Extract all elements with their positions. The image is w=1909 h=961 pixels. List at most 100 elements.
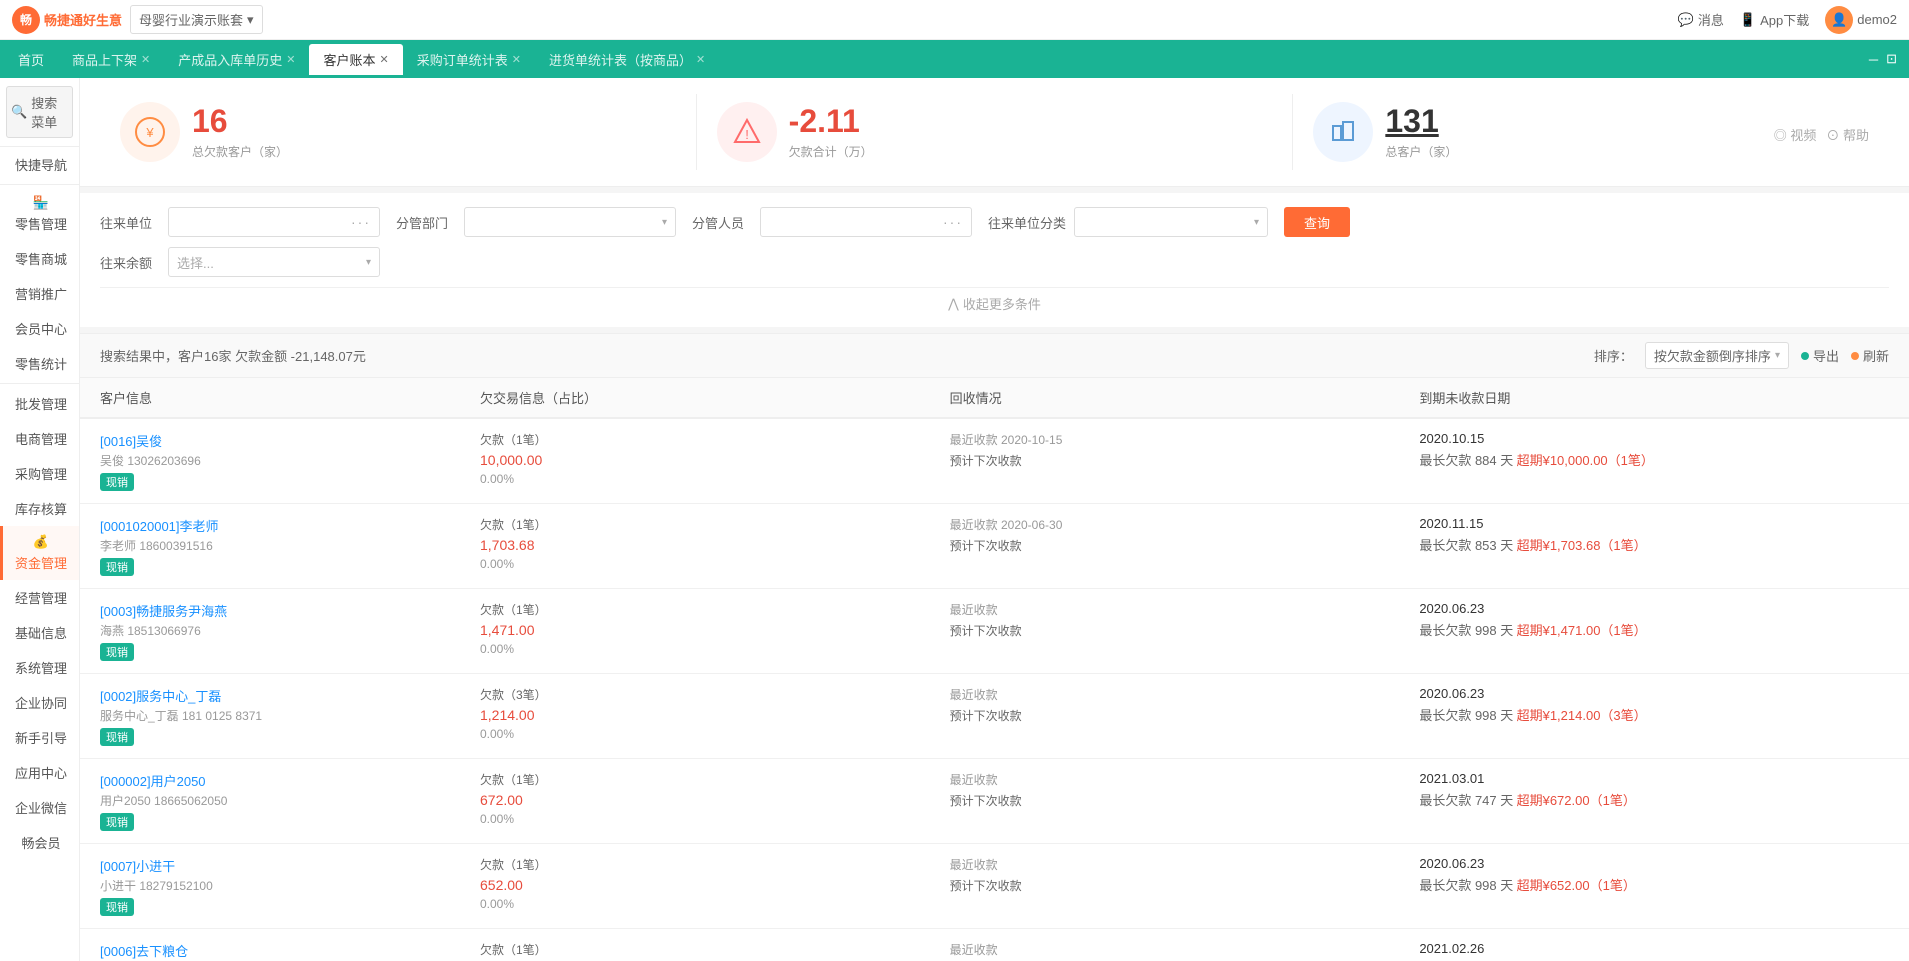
sidebar-item-vip-member[interactable]: 畅会员 (0, 825, 79, 860)
filter-person: 分管人员 ··· (692, 207, 972, 237)
close-icon[interactable]: ✕ (696, 53, 705, 66)
sidebar-item-retail-mgmt[interactable]: 🏪 零售管理 (0, 187, 79, 241)
overdue-link-1[interactable]: 超期¥10,000.00（1笔） (1517, 453, 1654, 468)
sidebar-item-basic-info[interactable]: 基础信息 (0, 615, 79, 650)
close-icon[interactable]: ✕ (380, 53, 389, 66)
filter-balance-label: 往来余额 (100, 253, 160, 272)
table-row: [0001020001]李老师 李老师 18600391516 现销 欠款（1笔… (80, 504, 1909, 589)
topbar-left: 畅 畅捷通好生意 母婴行业演示账套 ▾ (12, 5, 263, 34)
tab-stock-stats[interactable]: 进货单统计表（按商品） ✕ (535, 44, 719, 75)
customer-name-link-3[interactable]: [0003]畅捷服务尹海燕 (100, 601, 480, 620)
search-button[interactable]: 查询 (1284, 207, 1350, 237)
filter-unit: 往来单位 ··· (100, 207, 380, 237)
chevron-down-icon: ▾ (662, 217, 667, 228)
collapse-button[interactable]: ⋀ 收起更多条件 (100, 287, 1889, 319)
filter-area: 往来单位 ··· 分管部门 ▾ 分管人员 (80, 193, 1909, 327)
tab-products-listing[interactable]: 商品上下架 ✕ (58, 44, 164, 75)
sidebar-item-wholesale-mgmt[interactable]: 批发管理 (0, 386, 79, 421)
sidebar-item-app-center[interactable]: 应用中心 (0, 755, 79, 790)
sidebar-item-marketing[interactable]: 营销推广 (0, 276, 79, 311)
messages-button[interactable]: 💬 消息 (1678, 10, 1724, 29)
logo-area: 畅 畅捷通好生意 (12, 6, 122, 34)
recover-last-3: 最近收款 (950, 601, 1420, 618)
customer-name-link-2[interactable]: [0001020001]李老师 (100, 516, 480, 535)
tab-home[interactable]: 首页 (4, 44, 58, 75)
col-debt: 欠交易信息（占比） (480, 388, 950, 407)
sort-select[interactable]: 按欠款金额倒序排序 ▾ (1645, 342, 1789, 369)
enterprise-collab-label: 企业协同 (15, 693, 67, 712)
sidebar-item-finance[interactable]: 💰 资金管理 (0, 526, 79, 580)
company-name: 母婴行业演示账套 (139, 10, 243, 29)
ecommerce-label: 电商管理 (15, 429, 67, 448)
stat-block-debt-customers: ¥ 16 总欠款客户（家） (100, 94, 697, 170)
filter-row-2: 往来余额 选择... ▾ (100, 247, 1889, 277)
recover-cell-5: 最近收款 预计下次收款 (950, 771, 1420, 831)
sidebar-item-system[interactable]: 系统管理 (0, 650, 79, 685)
operations-label: 经营管理 (15, 588, 67, 607)
debt-amount-3: 1,471.00 (480, 622, 950, 638)
tab-customer-ledger[interactable]: 客户账本 ✕ (309, 44, 402, 75)
filter-balance-select[interactable]: 选择... ▾ (168, 247, 380, 277)
retail-mall-label: 零售商城 (15, 249, 67, 268)
tab-products-listing-label: 商品上下架 (72, 50, 137, 69)
overdue-link-5[interactable]: 超期¥672.00（1笔） (1517, 793, 1636, 808)
refresh-button[interactable]: 刷新 (1851, 346, 1889, 365)
window-expand-icon[interactable]: ⊡ (1886, 51, 1897, 67)
sidebar-item-enterprise-collab[interactable]: 企业协同 (0, 685, 79, 720)
due-cell-7: 2021.02.26 最长欠款 750 天 超期¥455.90（1笔） (1419, 941, 1889, 961)
app-download-button[interactable]: 📱 App下载 (1740, 10, 1809, 29)
customer-tag-3: 现销 (100, 643, 134, 661)
sidebar-item-inventory[interactable]: 库存核算 (0, 491, 79, 526)
tab-production-history[interactable]: 产成品入库单历史 ✕ (164, 44, 309, 75)
filter-unit-text-input[interactable] (177, 215, 351, 230)
filter-person-input[interactable]: ··· (760, 207, 972, 237)
filter-unit-input[interactable]: ··· (168, 207, 380, 237)
customer-name-link-5[interactable]: [000002]用户2050 (100, 771, 480, 790)
help-button[interactable]: ⊙ 帮助 (1826, 125, 1869, 144)
sidebar-item-members[interactable]: 会员中心 (0, 311, 79, 346)
filter-person-text-input[interactable] (769, 215, 943, 230)
sidebar-item-operations[interactable]: 经营管理 (0, 580, 79, 615)
close-icon[interactable]: ✕ (286, 53, 295, 66)
col-recover: 回收情况 (950, 388, 1420, 407)
sidebar-item-retail-mall[interactable]: 零售商城 (0, 241, 79, 276)
debt-label-1: 欠款（1笔） (480, 433, 547, 447)
due-date-1: 2020.10.15 (1419, 431, 1889, 446)
overdue-link-3[interactable]: 超期¥1,471.00（1笔） (1517, 623, 1647, 638)
overdue-link-6[interactable]: 超期¥652.00（1笔） (1517, 878, 1636, 893)
company-selector[interactable]: 母婴行业演示账套 ▾ (130, 5, 263, 34)
tab-purchase-order-stats[interactable]: 采购订单统计表 ✕ (403, 44, 535, 75)
window-collapse-icon[interactable]: ─ (1869, 52, 1878, 67)
filter-unit-class-select[interactable]: ▾ (1074, 207, 1268, 237)
sidebar-item-enterprise-wechat[interactable]: 企业微信 (0, 790, 79, 825)
search-menu-button[interactable]: 🔍 搜索菜单 (6, 86, 73, 138)
customer-tag-1: 现销 (100, 473, 134, 491)
sidebar-item-retail-stats[interactable]: 零售统计 (0, 346, 79, 381)
debt-cell-3: 欠款（1笔） 1,471.00 0.00% (480, 601, 950, 661)
recover-cell-6: 最近收款 预计下次收款 (950, 856, 1420, 916)
video-help-button[interactable]: ◎ 视频 (1774, 125, 1817, 144)
table-row: [0006]去下粮仓 陈小帅 现销 欠款（1笔） 455.90 0.00% 最近… (80, 929, 1909, 961)
table-row: [0003]畅捷服务尹海燕 海燕 18513066976 现销 欠款（1笔） 1… (80, 589, 1909, 674)
customer-cell-7: [0006]去下粮仓 陈小帅 现销 (100, 941, 480, 961)
stat-info-debt-total: -2.11 欠款合计（万） (789, 104, 873, 160)
customer-name-link-4[interactable]: [0002]服务中心_丁磊 (100, 686, 480, 705)
customer-name-link-7[interactable]: [0006]去下粮仓 (100, 941, 480, 960)
sidebar-item-ecommerce[interactable]: 电商管理 (0, 421, 79, 456)
sidebar-item-new-guide[interactable]: 新手引导 (0, 720, 79, 755)
close-icon[interactable]: ✕ (141, 53, 150, 66)
user-menu[interactable]: 👤 demo2 (1825, 6, 1897, 34)
filter-dept-select[interactable]: ▾ (464, 207, 676, 237)
customer-name-link-6[interactable]: [0007]小进干 (100, 856, 480, 875)
overdue-link-4[interactable]: 超期¥1,214.00（3笔） (1517, 708, 1647, 723)
vip-member-label: 畅会员 (21, 833, 60, 852)
filter-unit-class-label: 往来单位分类 (988, 213, 1066, 232)
close-icon[interactable]: ✕ (512, 53, 521, 66)
sidebar-item-purchase-mgmt[interactable]: 采购管理 (0, 456, 79, 491)
export-button[interactable]: 导出 (1801, 346, 1839, 365)
mobile-icon: 📱 (1740, 12, 1756, 28)
overdue-link-2[interactable]: 超期¥1,703.68（1笔） (1517, 538, 1647, 553)
customer-name-link-1[interactable]: [0016]吴俊 (100, 431, 480, 450)
recover-last-2: 最近收款 2020-06-30 (950, 516, 1420, 533)
sidebar-item-quicknav[interactable]: 快捷导航 (0, 147, 79, 182)
